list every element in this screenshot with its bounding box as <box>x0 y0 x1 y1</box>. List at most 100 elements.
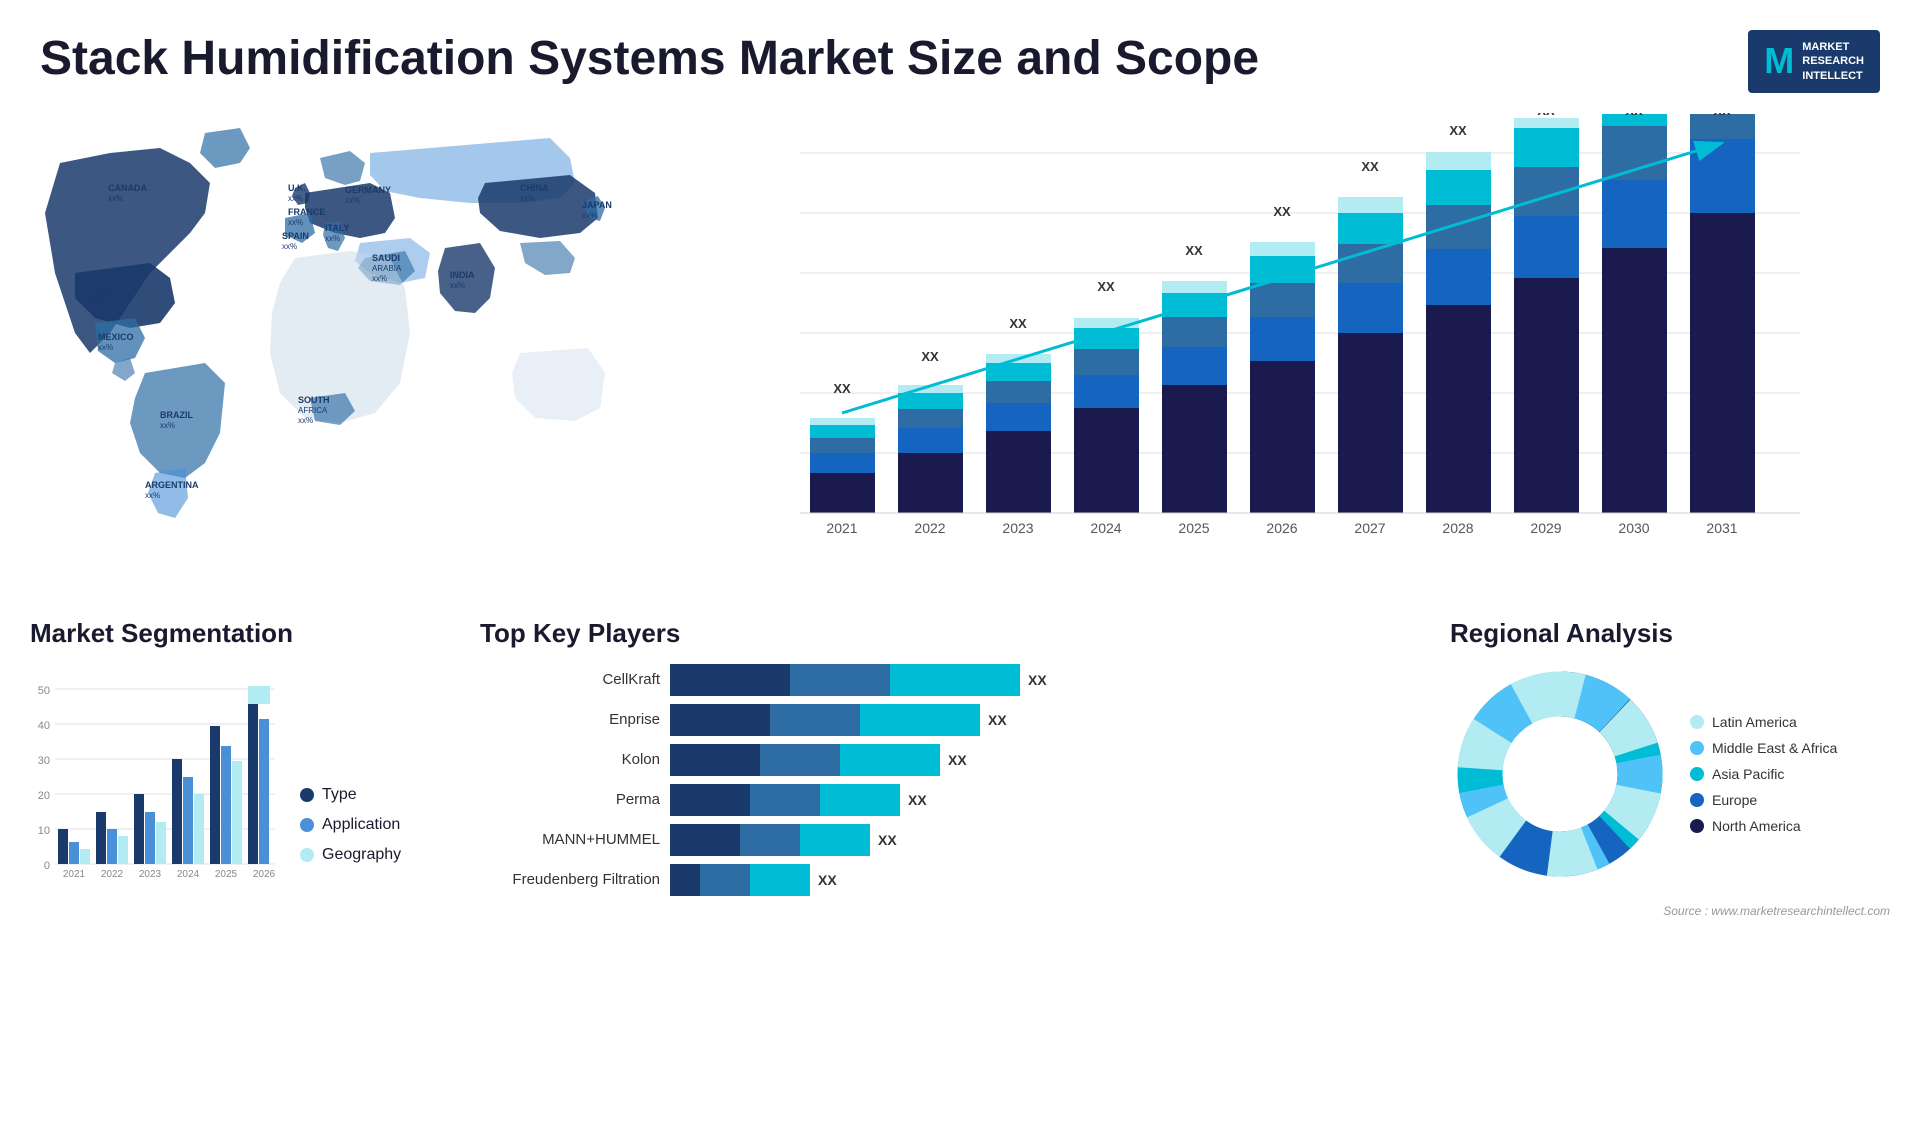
player-bar <box>670 664 1020 696</box>
svg-text:SAUDI: SAUDI <box>372 253 400 263</box>
bar-seg2 <box>740 824 800 856</box>
svg-text:2024: 2024 <box>1090 520 1121 536</box>
svg-text:XX: XX <box>1273 204 1291 219</box>
bar-seg1 <box>670 744 760 776</box>
segmentation-title: Market Segmentation <box>30 618 450 649</box>
svg-text:SOUTH: SOUTH <box>298 395 330 405</box>
players-list: CellKraft XX Enprise <box>480 664 1420 896</box>
page-title: Stack Humidification Systems Market Size… <box>40 30 1259 88</box>
svg-text:ARGENTINA: ARGENTINA <box>145 480 199 490</box>
legend-dot <box>1690 741 1704 755</box>
player-kolon: Kolon XX <box>480 744 1420 776</box>
svg-text:30: 30 <box>38 755 50 767</box>
player-name: Enprise <box>480 711 660 728</box>
svg-text:2023: 2023 <box>1002 520 1033 536</box>
svg-text:xx%: xx% <box>372 274 387 283</box>
bar-seg1 <box>670 864 700 896</box>
svg-text:CHINA: CHINA <box>520 183 549 193</box>
regional-legend: Latin America Middle East & Africa Asia … <box>1690 714 1837 834</box>
donut-area: Latin America Middle East & Africa Asia … <box>1450 664 1890 884</box>
svg-text:2031: 2031 <box>1706 520 1737 536</box>
svg-text:ARABIA: ARABIA <box>372 264 402 273</box>
svg-text:10: 10 <box>38 825 50 837</box>
legend-application-dot <box>300 818 314 832</box>
svg-text:2024: 2024 <box>177 869 200 880</box>
regional-section: Regional Analysis <box>1450 618 1890 918</box>
regional-title: Regional Analysis <box>1450 618 1890 649</box>
svg-text:CANADA: CANADA <box>108 183 147 193</box>
legend-type: Type <box>300 786 401 804</box>
legend-dot <box>1690 819 1704 833</box>
svg-text:U.S.: U.S. <box>92 285 110 295</box>
bar-seg1 <box>670 824 740 856</box>
legend-dot <box>1690 715 1704 729</box>
legend-asia-pacific: Asia Pacific <box>1690 766 1837 782</box>
player-bar <box>670 784 900 816</box>
svg-text:2021: 2021 <box>63 869 86 880</box>
bar-seg2 <box>770 704 860 736</box>
player-bar <box>670 824 870 856</box>
svg-text:2025: 2025 <box>215 869 238 880</box>
legend-type-dot <box>300 788 314 802</box>
bar-seg2 <box>750 784 820 816</box>
svg-text:SPAIN: SPAIN <box>282 231 309 241</box>
source-text: Source : www.marketresearchintellect.com <box>1450 904 1890 918</box>
svg-text:2023: 2023 <box>139 869 162 880</box>
segmentation-chart: 0 10 20 30 40 50 60 <box>30 664 280 894</box>
world-map: CANADA xx% U.S. xx% MEXICO xx% BRAZIL xx… <box>30 103 650 598</box>
player-name: Freudenberg Filtration <box>480 871 660 888</box>
logo-letter: M <box>1764 40 1794 82</box>
header: Stack Humidification Systems Market Size… <box>0 0 1920 103</box>
bar-seg3 <box>860 704 980 736</box>
legend-dot <box>1690 793 1704 807</box>
svg-text:2027: 2027 <box>1354 520 1385 536</box>
svg-text:MEXICO: MEXICO <box>98 332 134 342</box>
player-bar <box>670 744 940 776</box>
svg-text:xx%: xx% <box>92 296 107 305</box>
player-cellkraft: CellKraft XX <box>480 664 1420 696</box>
logo-box: M MARKET RESEARCH INTELLECT <box>1748 30 1880 93</box>
player-name: Perma <box>480 791 660 808</box>
svg-text:ITALY: ITALY <box>325 223 350 233</box>
bar-seg1 <box>670 704 770 736</box>
player-bar-container: XX <box>670 824 1420 856</box>
logo-text: MARKET RESEARCH INTELLECT <box>1802 40 1864 83</box>
legend-geography-dot <box>300 848 314 862</box>
svg-text:xx%: xx% <box>582 211 597 220</box>
bar-seg3 <box>840 744 940 776</box>
legend-latin-america: Latin America <box>1690 714 1837 730</box>
donut-chart <box>1450 664 1670 884</box>
svg-text:xx%: xx% <box>98 343 113 352</box>
svg-text:XX: XX <box>1097 279 1115 294</box>
svg-text:XX: XX <box>1449 123 1467 138</box>
logo: M MARKET RESEARCH INTELLECT <box>1748 30 1880 93</box>
svg-text:XX: XX <box>1537 113 1555 118</box>
bar-chart: XX 2021 XX 2022 XX 2023 <box>670 103 1890 598</box>
svg-text:xx%: xx% <box>282 242 297 251</box>
bar-seg3 <box>890 664 1020 696</box>
svg-text:50: 50 <box>38 685 50 697</box>
svg-text:2021: 2021 <box>826 520 857 536</box>
svg-text:GERMANY: GERMANY <box>345 185 391 195</box>
legend-dot <box>1690 767 1704 781</box>
bar-seg3 <box>800 824 870 856</box>
svg-text:xx%: xx% <box>288 218 303 227</box>
svg-text:2026: 2026 <box>1266 520 1297 536</box>
svg-text:JAPAN: JAPAN <box>582 200 612 210</box>
svg-text:2028: 2028 <box>1442 520 1473 536</box>
bar-seg3 <box>820 784 900 816</box>
player-name: MANN+HUMMEL <box>480 831 660 848</box>
player-bar-container: XX <box>670 664 1420 696</box>
svg-text:xx%: xx% <box>145 491 160 500</box>
players-section: Top Key Players CellKraft XX Enprise <box>480 618 1420 896</box>
bar-seg2 <box>760 744 840 776</box>
svg-text:2025: 2025 <box>1178 520 1209 536</box>
svg-text:xx%: xx% <box>108 194 123 203</box>
player-bar-container: XX <box>670 744 1420 776</box>
legend-europe: Europe <box>1690 792 1837 808</box>
player-enprise: Enprise XX <box>480 704 1420 736</box>
svg-text:xx%: xx% <box>520 194 535 203</box>
svg-text:BRAZIL: BRAZIL <box>160 410 193 420</box>
bar-seg1 <box>670 784 750 816</box>
svg-text:XX: XX <box>833 381 851 396</box>
